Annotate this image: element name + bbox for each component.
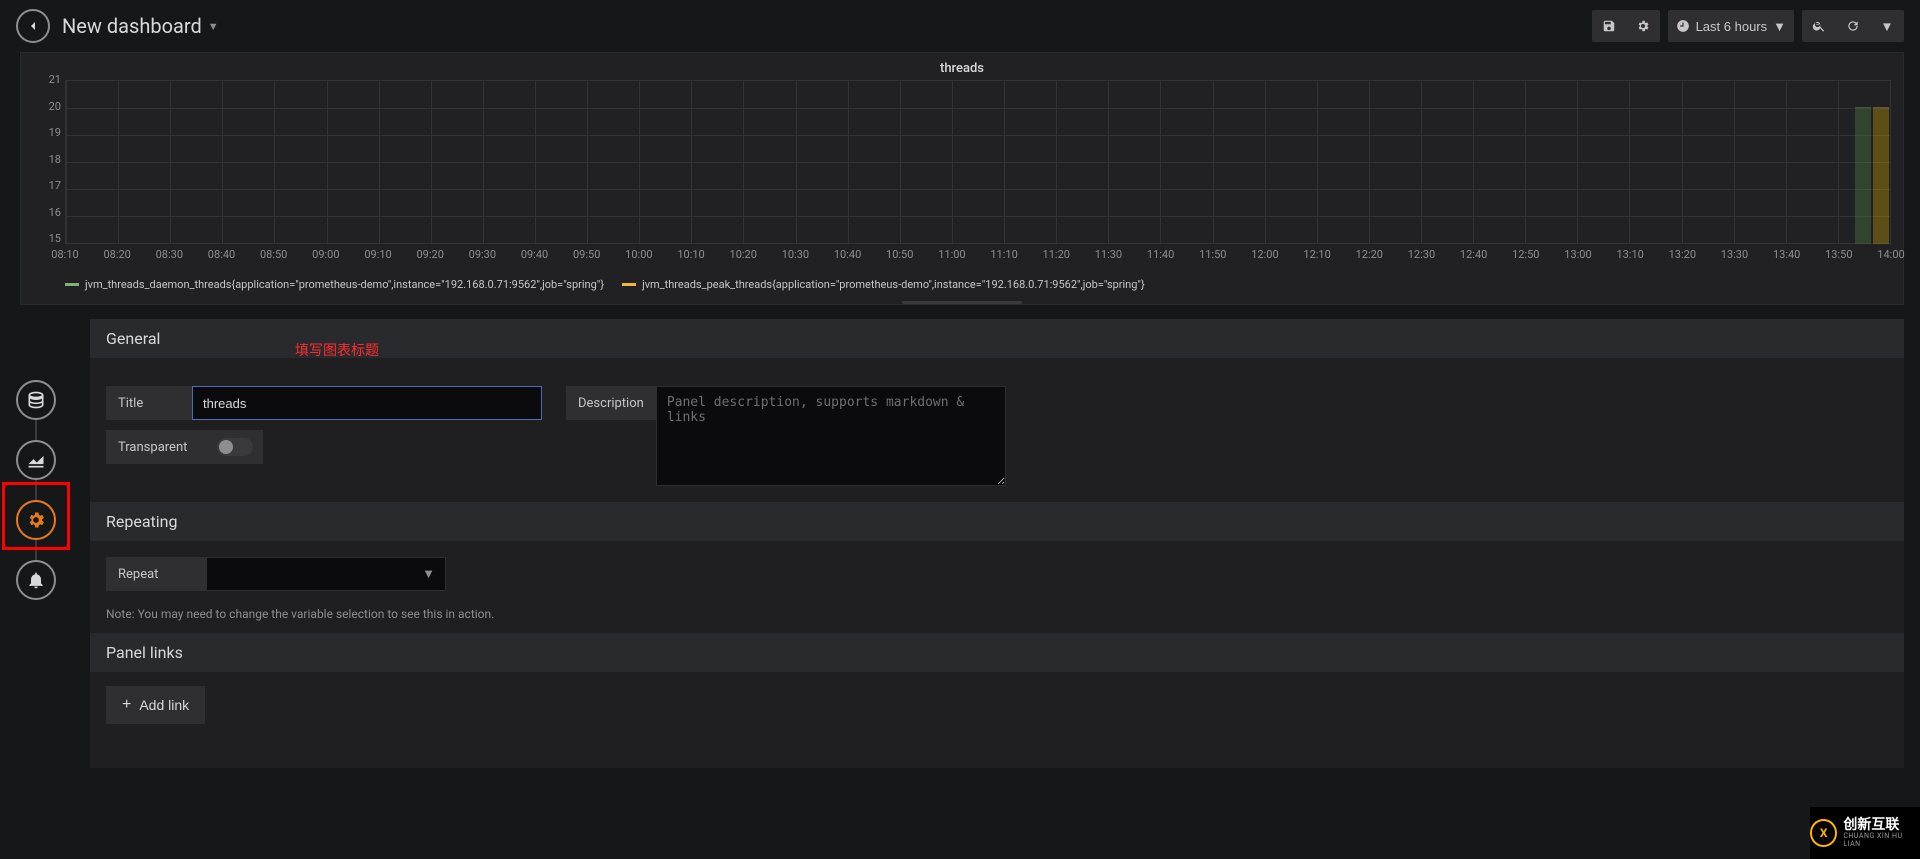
repeat-label: Repeat bbox=[106, 557, 206, 591]
navbar: New dashboard ▼ Last 6 hours ▼ ▼ bbox=[0, 0, 1920, 52]
transparent-label: Transparent bbox=[106, 430, 199, 464]
time-range-picker[interactable]: Last 6 hours ▼ bbox=[1668, 10, 1794, 42]
title-label: Title bbox=[106, 386, 192, 420]
repeat-select[interactable]: ▼ bbox=[206, 557, 446, 591]
database-icon bbox=[26, 390, 46, 410]
section-header-repeating: Repeating bbox=[90, 502, 1904, 541]
section-header-panel-links: Panel links bbox=[90, 633, 1904, 672]
clock-icon bbox=[1676, 19, 1690, 33]
chart-area[interactable]: 21201918171615 08:1008:2008:3008:4008:50… bbox=[65, 80, 1891, 270]
gear-icon bbox=[1636, 19, 1650, 33]
repeat-note: Note: You may need to change the variabl… bbox=[90, 607, 1904, 633]
y-axis: 21201918171615 bbox=[31, 80, 61, 244]
queries-tab[interactable] bbox=[16, 380, 56, 420]
title-input[interactable] bbox=[192, 386, 542, 420]
legend-item[interactable]: jvm_threads_peak_threads{application="pr… bbox=[622, 278, 1145, 291]
zoom-out-button[interactable] bbox=[1802, 10, 1836, 42]
editor-side-nav bbox=[8, 370, 64, 610]
watermark: X 创新互联 CHUANG XIN HU LIAN bbox=[1810, 807, 1920, 859]
refresh-icon bbox=[1846, 19, 1860, 33]
description-label: Description bbox=[566, 386, 656, 420]
plus-icon: + bbox=[122, 696, 131, 714]
add-link-button[interactable]: + Add link bbox=[106, 686, 205, 724]
gear-icon bbox=[26, 510, 46, 530]
general-tab[interactable] bbox=[16, 500, 56, 540]
caret-down-icon: ▼ bbox=[208, 20, 219, 33]
chart-legend: jvm_threads_daemon_threads{application="… bbox=[21, 270, 1903, 299]
bell-icon bbox=[26, 570, 46, 590]
add-link-label: Add link bbox=[139, 697, 189, 713]
chart-grid bbox=[65, 80, 1891, 244]
annotation-text: 填写图表标题 bbox=[295, 340, 379, 360]
description-textarea[interactable] bbox=[656, 386, 1006, 486]
chart-icon bbox=[26, 450, 46, 470]
refresh-button[interactable] bbox=[1836, 10, 1870, 42]
save-dashboard-button[interactable] bbox=[1592, 10, 1626, 42]
time-range-label: Last 6 hours bbox=[1696, 19, 1768, 34]
zoom-out-icon bbox=[1812, 19, 1826, 33]
watermark-logo-icon: X bbox=[1810, 819, 1837, 847]
legend-swatch bbox=[622, 283, 636, 286]
dashboard-settings-button[interactable] bbox=[1626, 10, 1660, 42]
legend-swatch bbox=[65, 283, 79, 286]
dashboard-title: New dashboard bbox=[62, 14, 202, 38]
panel-resize-handle[interactable] bbox=[902, 301, 1022, 304]
arrow-left-icon bbox=[25, 18, 41, 34]
panel-title[interactable]: threads bbox=[21, 53, 1903, 80]
transparent-toggle[interactable] bbox=[217, 438, 253, 456]
caret-down-icon: ▼ bbox=[1773, 19, 1786, 34]
x-axis: 08:1008:2008:3008:4008:5009:0009:1009:20… bbox=[65, 248, 1891, 270]
graph-panel: threads 21201918171615 08:1008:2008:3008… bbox=[20, 52, 1904, 305]
legend-item[interactable]: jvm_threads_daemon_threads{application="… bbox=[65, 278, 604, 291]
caret-down-icon: ▼ bbox=[1880, 19, 1893, 34]
alert-tab[interactable] bbox=[16, 560, 56, 600]
visualization-tab[interactable] bbox=[16, 440, 56, 480]
save-icon bbox=[1602, 19, 1616, 33]
refresh-interval-dropdown[interactable]: ▼ bbox=[1870, 10, 1904, 42]
dashboard-title-dropdown[interactable]: New dashboard ▼ bbox=[62, 14, 219, 38]
back-button[interactable] bbox=[16, 9, 50, 43]
panel-editor: General 填写图表标题 Title Transparent Descrip… bbox=[90, 319, 1904, 768]
caret-down-icon: ▼ bbox=[422, 566, 435, 582]
